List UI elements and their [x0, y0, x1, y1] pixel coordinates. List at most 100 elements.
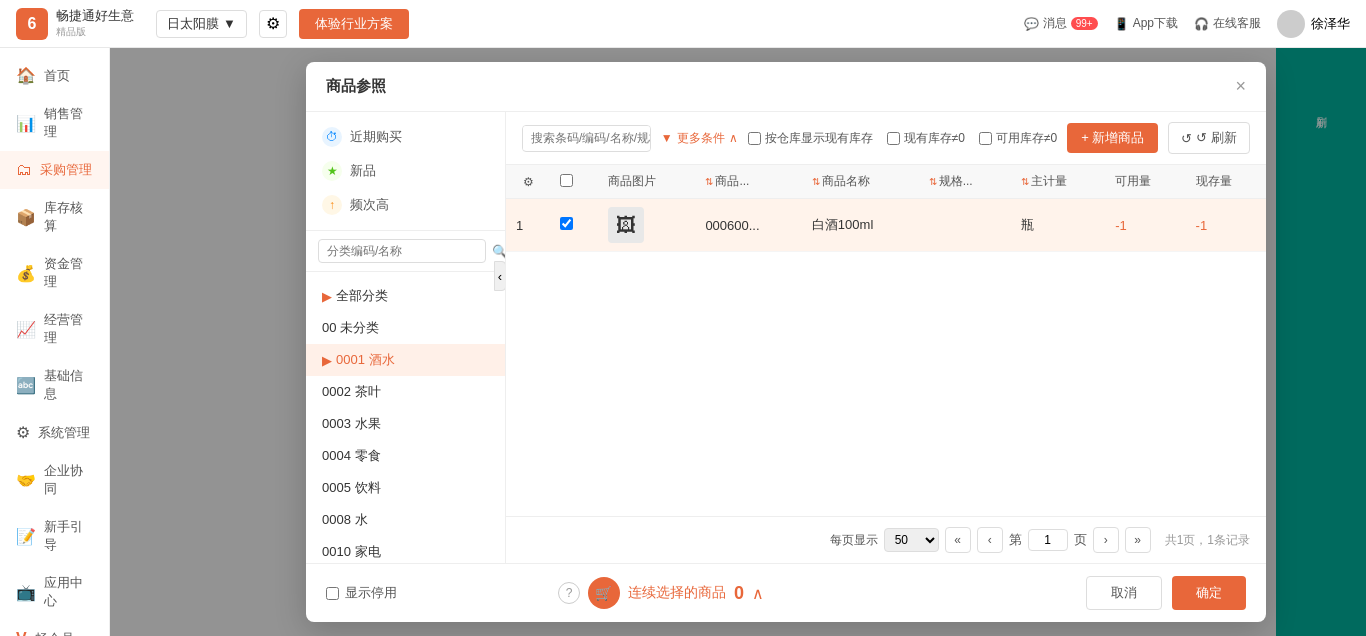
th-settings[interactable]: ⚙: [506, 165, 550, 199]
sort-icon-spec: ⇅: [929, 176, 937, 187]
nav-middle: 日太阳膜 ▼ ⚙ 体验行业方案: [136, 9, 1024, 39]
avatar-area[interactable]: 徐泽华: [1277, 10, 1350, 38]
pagination: 每页显示 50 10 20 100 « ‹ 第 页: [506, 516, 1266, 563]
checkbox-stock-input[interactable]: [887, 132, 900, 145]
checkbox-warehouse-input[interactable]: [748, 132, 761, 145]
table-row[interactable]: 1 🖼 000600...: [506, 199, 1266, 252]
filter-recent[interactable]: ⏱ 近期购买: [306, 120, 505, 154]
show-disabled-label[interactable]: 显示停用: [326, 584, 397, 602]
mobile-icon: 📱: [1114, 17, 1129, 31]
td-unit: 瓶: [1011, 199, 1106, 252]
checkbox-warehouse[interactable]: 按仓库显示现有库存: [748, 130, 873, 147]
sidebar-item-system[interactable]: ⚙ 系统管理: [0, 413, 109, 452]
tree-item-water[interactable]: 0008 水: [306, 504, 505, 536]
sidebar-item-purchase[interactable]: 🗂 采购管理: [0, 151, 109, 189]
th-code[interactable]: ⇅ 商品...: [695, 165, 801, 199]
tree-active-arrow: ▶: [322, 353, 332, 368]
checkbox-available-input[interactable]: [979, 132, 992, 145]
category-search-input[interactable]: [318, 239, 486, 263]
sidebar-label-guide: 新手引导: [44, 518, 93, 554]
sidebar-label-system: 系统管理: [38, 424, 90, 442]
td-index: 1: [506, 199, 550, 252]
tree-item-fruit[interactable]: 0003 水果: [306, 408, 505, 440]
filter-new-label: 新品: [350, 162, 376, 180]
filter-freq[interactable]: ↑ 频次高: [306, 188, 505, 222]
logo-icon: 6: [16, 8, 48, 40]
sales-icon: 📊: [16, 114, 36, 133]
nav-selector[interactable]: 日太阳膜 ▼: [156, 10, 247, 38]
guide-icon: 📝: [16, 527, 36, 546]
th-unit[interactable]: ⇅ 主计量: [1011, 165, 1106, 199]
more-filter-btn[interactable]: ▼ 更多条件 ∧: [661, 130, 738, 147]
add-product-btn[interactable]: + 新增商品: [1067, 123, 1158, 153]
confirm-btn[interactable]: 确定: [1172, 576, 1246, 610]
th-name[interactable]: ⇅ 商品名称: [802, 165, 919, 199]
sidebar-item-apps[interactable]: 📺 应用中心: [0, 564, 109, 620]
product-thumbnail: 🖼: [608, 207, 644, 243]
page-prev-btn[interactable]: ‹: [977, 527, 1003, 553]
sidebar-item-operation[interactable]: 📈 经营管理: [0, 301, 109, 357]
sidebar-label-corp: 企业协同: [44, 462, 93, 498]
page-last-btn[interactable]: »: [1125, 527, 1151, 553]
purchase-icon: 🗂: [16, 161, 32, 179]
sidebar-item-sales[interactable]: 📊 销售管理: [0, 95, 109, 151]
main-layout: 🏠 首页 📊 销售管理 🗂 采购管理 📦 库存核算 💰 资金管理 📈 经: [0, 48, 1366, 636]
content-area: 查询 设置 刷新 商品参照 ×: [110, 48, 1366, 636]
sidebar-item-guide[interactable]: 📝 新手引导: [0, 508, 109, 564]
logo-title: 畅捷通好生意: [56, 8, 134, 25]
app-download-item[interactable]: 📱 App下载: [1114, 15, 1178, 32]
category-search: 🔍: [306, 231, 505, 272]
tree-item-tea[interactable]: 0002 茶叶: [306, 376, 505, 408]
category-search-icon[interactable]: 🔍: [492, 244, 506, 259]
tree-item-uncategorized[interactable]: 00 未分类: [306, 312, 505, 344]
page-next-btn[interactable]: ›: [1093, 527, 1119, 553]
modal-body: ⏱ 近期购买 ★ 新品 ↑ 频次高: [306, 112, 1266, 563]
tree-item-snack[interactable]: 0004 零食: [306, 440, 505, 472]
select-all-checkbox[interactable]: [560, 174, 573, 187]
tree-item-drink[interactable]: 0005 饮料: [306, 472, 505, 504]
logo-area: 6 畅捷通好生意 精品版: [16, 8, 136, 40]
filter-new[interactable]: ★ 新品: [306, 154, 505, 188]
sidebar-item-basic[interactable]: 🔤 基础信息: [0, 357, 109, 413]
total-info: 共1页，1条记录: [1165, 532, 1250, 549]
finance-icon: 💰: [16, 264, 36, 283]
product-table-wrap: ⚙ 商品图片: [506, 165, 1266, 516]
filter-recent-label: 近期购买: [350, 128, 402, 146]
td-checkbox: [550, 199, 597, 252]
refresh-table-btn[interactable]: ↺ ↺ 刷新: [1168, 122, 1250, 154]
footer-right: 取消 确定: [1086, 576, 1246, 610]
sidebar-item-corp[interactable]: 🤝 企业协同: [0, 452, 109, 508]
row-checkbox[interactable]: [560, 217, 573, 230]
freq-icon: ↑: [322, 195, 342, 215]
product-search-input[interactable]: [523, 126, 651, 150]
checkbox-available-nonzero[interactable]: 可用库存≠0: [979, 130, 1057, 147]
sidebar-item-finance[interactable]: 💰 资金管理: [0, 245, 109, 301]
cancel-btn[interactable]: 取消: [1086, 576, 1162, 610]
sidebar-label-inventory: 库存核算: [44, 199, 93, 235]
checkbox-stock-nonzero[interactable]: 现有库存≠0: [887, 130, 965, 147]
checkbox-group: 按仓库显示现有库存 现有库存≠0 可用库存≠0: [748, 130, 1058, 147]
trial-btn[interactable]: 体验行业方案: [299, 9, 409, 39]
settings-icon[interactable]: ⚙: [259, 10, 287, 38]
page-number-input[interactable]: [1028, 529, 1068, 551]
fold-btn[interactable]: ∧: [752, 584, 764, 603]
sort-icon-name: ⇅: [812, 176, 820, 187]
modal-close-btn[interactable]: ×: [1235, 76, 1246, 97]
online-service-item[interactable]: 🎧 在线客服: [1194, 15, 1261, 32]
tree-item-appliance[interactable]: 0010 家电: [306, 536, 505, 563]
sidebar-label-purchase: 采购管理: [40, 161, 92, 179]
sidebar-label-operation: 经营管理: [44, 311, 93, 347]
collapse-btn[interactable]: ‹: [494, 261, 506, 291]
sidebar-item-home[interactable]: 🏠 首页: [0, 56, 109, 95]
show-disabled-checkbox[interactable]: [326, 587, 339, 600]
sidebar-label-apps: 应用中心: [44, 574, 93, 610]
notification-item[interactable]: 💬 消息 99+: [1024, 15, 1098, 32]
help-icon[interactable]: ?: [558, 582, 580, 604]
sidebar-item-member[interactable]: V 畅会员: [0, 620, 109, 636]
per-page-select[interactable]: 50 10 20 100: [884, 528, 939, 552]
th-spec[interactable]: ⇅ 规格...: [919, 165, 1011, 199]
sidebar-item-inventory[interactable]: 📦 库存核算: [0, 189, 109, 245]
page-first-btn[interactable]: «: [945, 527, 971, 553]
tree-item-all[interactable]: ▶ 全部分类: [306, 280, 505, 312]
tree-item-alcohol[interactable]: ▶ 0001 酒水: [306, 344, 505, 376]
